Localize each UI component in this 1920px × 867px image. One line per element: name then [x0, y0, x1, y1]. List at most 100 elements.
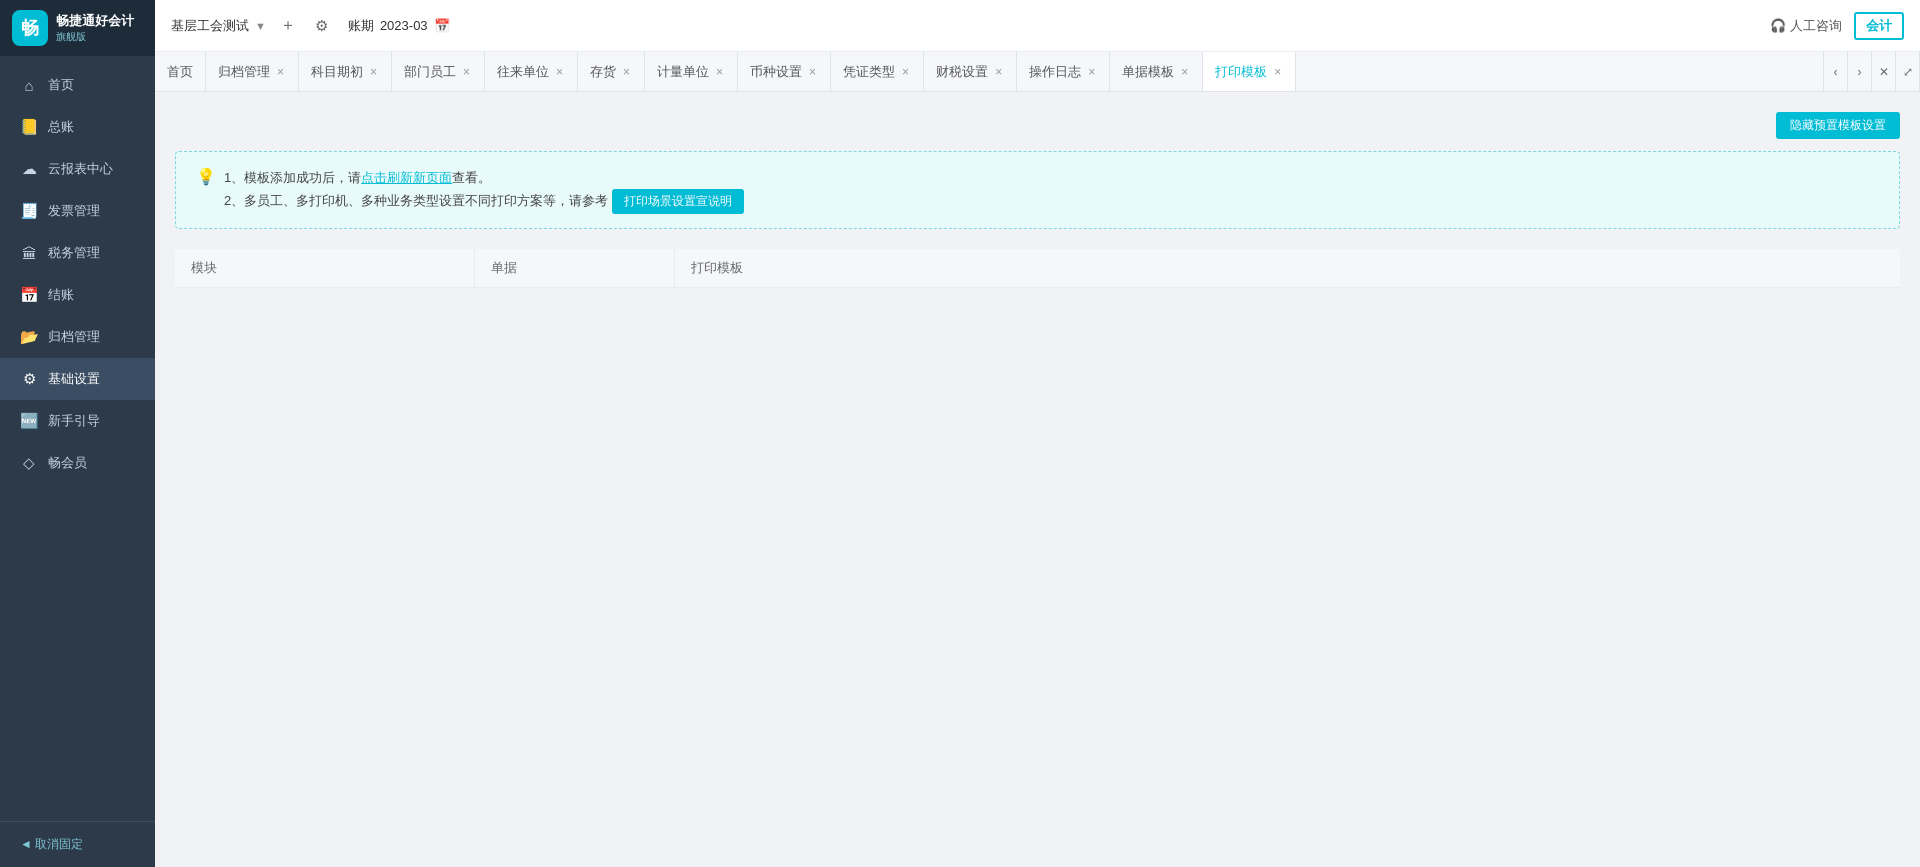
tab-unit[interactable]: 计量单位 ×	[645, 52, 738, 91]
sidebar-item-settings-label: 基础设置	[48, 370, 100, 388]
member-icon: ◇	[20, 454, 38, 472]
logo-sub: 旗舰版	[56, 30, 134, 44]
archive-icon: 📂	[20, 328, 38, 346]
calendar-icon: 📅	[434, 18, 450, 33]
notice-content: 1、模板添加成功后，请点击刷新新页面查看。 2、多员工、多打印机、多种业务类型设…	[224, 166, 1879, 214]
sidebar: 畅 畅捷通好会计 旗舰版 ⌂ 首页 📒 总账 ☁ 云报表中心 🧾 发票管理 🏛 …	[0, 0, 155, 867]
tab-oplog-close[interactable]: ×	[1086, 65, 1097, 79]
tab-customers-close[interactable]: ×	[554, 65, 565, 79]
sidebar-item-close[interactable]: 📅 结账	[0, 274, 155, 316]
print-scene-button[interactable]: 打印场景设置宣说明	[612, 189, 744, 214]
sidebar-item-close-label: 结账	[48, 286, 74, 304]
tab-taxset[interactable]: 财税设置 ×	[924, 52, 1017, 91]
tab-dept-close[interactable]: ×	[461, 65, 472, 79]
sidebar-item-tax[interactable]: 🏛 税务管理	[0, 232, 155, 274]
tab-unit-label: 计量单位	[657, 63, 709, 81]
add-tab-button[interactable]: ＋	[276, 14, 300, 38]
tab-subjects-close[interactable]: ×	[368, 65, 379, 79]
sidebar-item-home[interactable]: ⌂ 首页	[0, 64, 155, 106]
tab-taxset-label: 财税设置	[936, 63, 988, 81]
company-selector[interactable]: 基层工会测试 ▼	[171, 17, 266, 35]
reports-icon: ☁	[20, 160, 38, 178]
tabs-scroll-right[interactable]: ›	[1848, 52, 1872, 92]
invoice-icon: 🧾	[20, 202, 38, 220]
content-topbar: 隐藏预置模板设置	[175, 112, 1900, 139]
ledger-icon: 📒	[20, 118, 38, 136]
tab-voucher[interactable]: 凭证类型 ×	[831, 52, 924, 91]
notice-box: 💡 1、模板添加成功后，请点击刷新新页面查看。 2、多员工、多打印机、多种业务类…	[175, 151, 1900, 229]
notice-line2-prefix: 2、多员工、多打印机、多种业务类型设置不同打印方案等，请参考	[224, 193, 608, 208]
tabs-expand[interactable]: ⤢	[1896, 52, 1920, 92]
tab-singledoc-close[interactable]: ×	[1179, 65, 1190, 79]
close-period-icon: 📅	[20, 286, 38, 304]
tab-home-label: 首页	[167, 63, 193, 81]
sidebar-item-ledger[interactable]: 📒 总账	[0, 106, 155, 148]
company-name: 基层工会测试	[171, 17, 249, 35]
tabs-close-all[interactable]: ✕	[1872, 52, 1896, 92]
notice-line1: 1、模板添加成功后，请点击刷新新页面查看。	[224, 166, 1879, 189]
period-selector[interactable]: 账期 2023-03 📅	[348, 17, 450, 35]
home-icon: ⌂	[20, 77, 38, 94]
sidebar-item-settings[interactable]: ⚙ 基础设置	[0, 358, 155, 400]
col-module: 模块	[175, 249, 475, 287]
tab-currency[interactable]: 币种设置 ×	[738, 52, 831, 91]
settings-gear-button[interactable]: ⚙	[310, 14, 334, 38]
sidebar-item-reports-label: 云报表中心	[48, 160, 113, 178]
tab-archive[interactable]: 归档管理 ×	[206, 52, 299, 91]
tab-inventory-close[interactable]: ×	[621, 65, 632, 79]
sidebar-item-member[interactable]: ◇ 畅会员	[0, 442, 155, 484]
tab-oplog[interactable]: 操作日志 ×	[1017, 52, 1110, 91]
tab-voucher-close[interactable]: ×	[900, 65, 911, 79]
service-button[interactable]: 🎧 人工咨询	[1770, 17, 1842, 35]
col-danju: 单据	[475, 249, 675, 287]
col-template: 打印模板	[675, 249, 1900, 287]
sidebar-item-guide[interactable]: 🆕 新手引导	[0, 400, 155, 442]
tab-voucher-label: 凭证类型	[843, 63, 895, 81]
period-value: 2023-03	[380, 18, 428, 33]
company-dropdown-icon: ▼	[255, 20, 266, 32]
tab-home[interactable]: 首页	[155, 52, 206, 91]
tab-unit-close[interactable]: ×	[714, 65, 725, 79]
tab-currency-label: 币种设置	[750, 63, 802, 81]
notice-line1-prefix: 1、模板添加成功后，请	[224, 170, 361, 185]
tab-singledoc[interactable]: 单据模板 ×	[1110, 52, 1203, 91]
tab-subjects[interactable]: 科目期初 ×	[299, 52, 392, 91]
sidebar-nav: ⌂ 首页 📒 总账 ☁ 云报表中心 🧾 发票管理 🏛 税务管理 📅 结账 📂 归…	[0, 56, 155, 821]
hide-preset-button[interactable]: 隐藏预置模板设置	[1776, 112, 1900, 139]
tab-taxset-close[interactable]: ×	[993, 65, 1004, 79]
sidebar-item-reports[interactable]: ☁ 云报表中心	[0, 148, 155, 190]
main-area: 基层工会测试 ▼ ＋ ⚙ 账期 2023-03 📅 🎧 人工咨询 会计 首页 归…	[155, 0, 1920, 867]
tab-inventory-label: 存货	[590, 63, 616, 81]
notice-line2: 2、多员工、多打印机、多种业务类型设置不同打印方案等，请参考 打印场景设置宣说明	[224, 189, 1879, 214]
tabs-actions: ‹ › ✕ ⤢	[1823, 52, 1920, 92]
guide-icon: 🆕	[20, 412, 38, 430]
tab-dept[interactable]: 部门员工 ×	[392, 52, 485, 91]
tab-archive-close[interactable]: ×	[275, 65, 286, 79]
settings-icon: ⚙	[20, 370, 38, 388]
tab-archive-label: 归档管理	[218, 63, 270, 81]
unpin-button[interactable]: ◄ 取消固定	[0, 821, 155, 867]
period-label: 账期	[348, 17, 374, 35]
tab-singledoc-label: 单据模板	[1122, 63, 1174, 81]
notice-line1-suffix: 查看。	[452, 170, 491, 185]
lightbulb-icon: 💡	[196, 167, 216, 186]
sidebar-item-invoice[interactable]: 🧾 发票管理	[0, 190, 155, 232]
tab-customers[interactable]: 往来单位 ×	[485, 52, 578, 91]
tab-inventory[interactable]: 存货 ×	[578, 52, 645, 91]
tabs-scroll-left[interactable]: ‹	[1824, 52, 1848, 92]
topbar-right: 🎧 人工咨询 会计	[1770, 12, 1904, 40]
logo: 畅 畅捷通好会计 旗舰版	[0, 0, 155, 56]
tab-printtemplate[interactable]: 打印模板 ×	[1203, 52, 1296, 91]
tab-subjects-label: 科目期初	[311, 63, 363, 81]
kuaiji-button[interactable]: 会计	[1854, 12, 1904, 40]
sidebar-item-archive[interactable]: 📂 归档管理	[0, 316, 155, 358]
notice-row: 💡 1、模板添加成功后，请点击刷新新页面查看。 2、多员工、多打印机、多种业务类…	[196, 166, 1879, 214]
print-template-table: 模块 单据 打印模板	[175, 249, 1900, 288]
refresh-link[interactable]: 点击刷新新页面	[361, 170, 452, 185]
tab-printtemplate-label: 打印模板	[1215, 63, 1267, 81]
logo-text: 畅捷通好会计 旗舰版	[56, 12, 134, 44]
tab-customers-label: 往来单位	[497, 63, 549, 81]
tab-printtemplate-close[interactable]: ×	[1272, 65, 1283, 79]
sidebar-item-archive-label: 归档管理	[48, 328, 100, 346]
tab-currency-close[interactable]: ×	[807, 65, 818, 79]
